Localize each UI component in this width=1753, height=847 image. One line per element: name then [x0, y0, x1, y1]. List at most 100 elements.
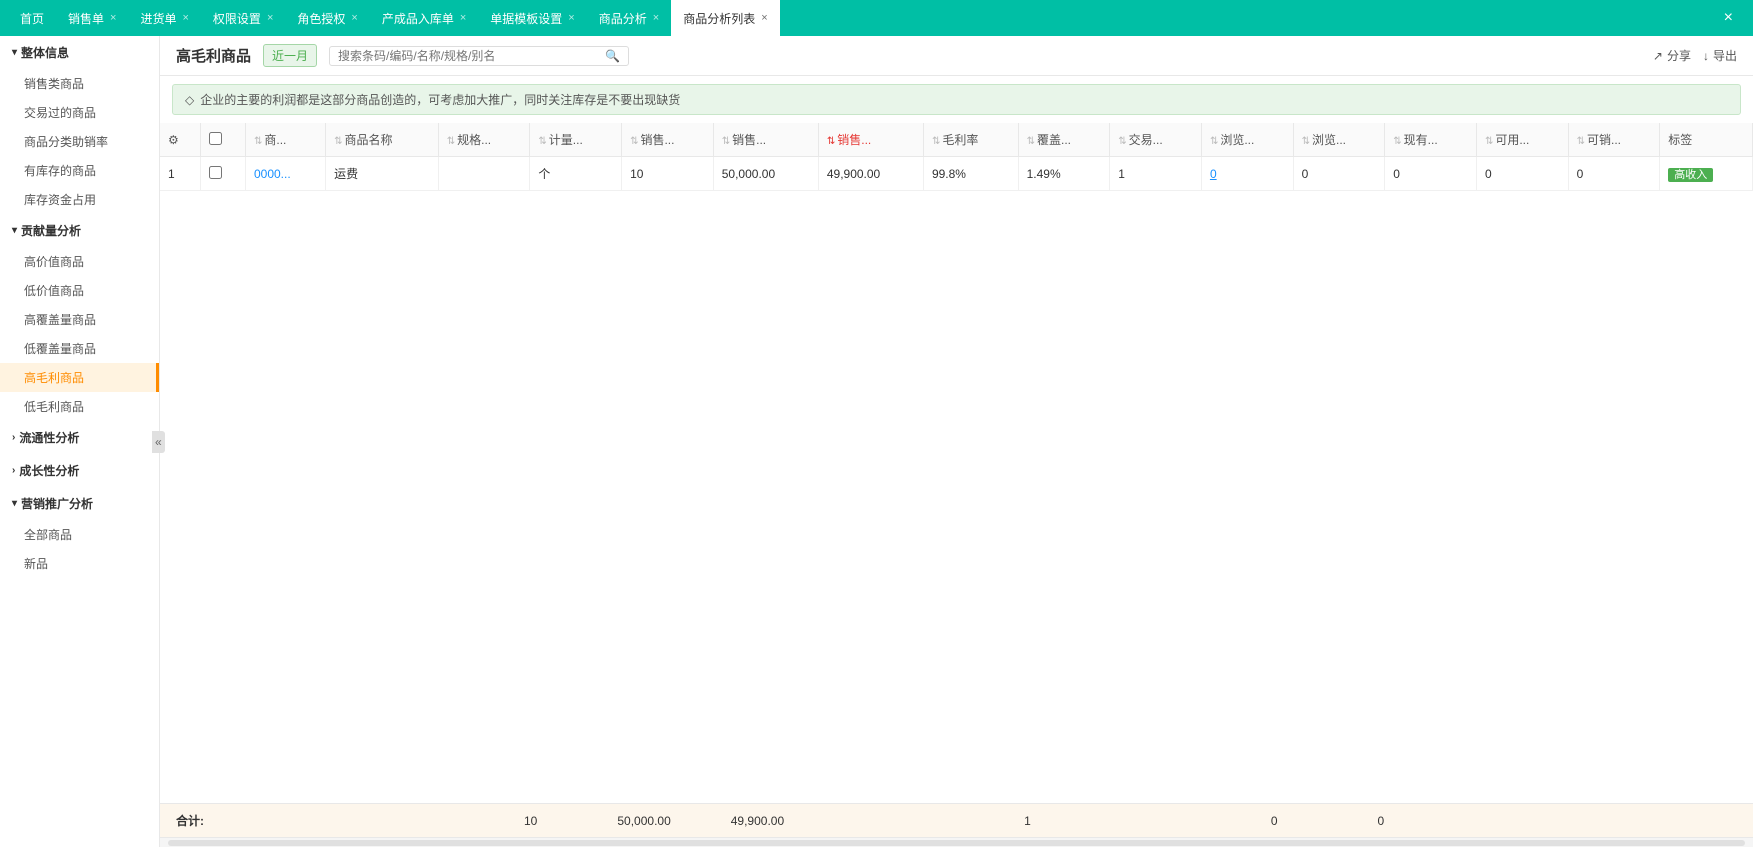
- sidebar-section-contribution[interactable]: ▾ 贡献量分析: [0, 214, 159, 247]
- close-role-auth[interactable]: ×: [351, 12, 357, 24]
- table-row: 1 0000... 运费 个 10 50,000.00 49,900.00 99…: [160, 157, 1753, 191]
- nav-permission-settings[interactable]: 权限设置 ×: [201, 0, 285, 36]
- top-nav: 首页 销售单 × 进货单 × 权限设置 × 角色授权 × 产成品入库单 × 单据…: [0, 0, 1753, 36]
- content-header: 高毛利商品 近一月 🔍 ↗ 分享 ↓ 导出: [160, 36, 1753, 76]
- content-area: 高毛利商品 近一月 🔍 ↗ 分享 ↓ 导出: [160, 36, 1753, 847]
- sidebar-collapse-btn[interactable]: «: [152, 431, 165, 453]
- search-box: 🔍: [329, 46, 629, 66]
- select-all-checkbox[interactable]: [209, 132, 222, 145]
- close-permission-settings[interactable]: ×: [267, 12, 273, 24]
- settings-icon[interactable]: ⚙: [168, 133, 179, 147]
- cell-unit: 个: [530, 157, 622, 191]
- col-spec[interactable]: ⇅规格...: [438, 123, 530, 157]
- share-icon: ↗: [1653, 49, 1663, 63]
- table-wrapper: ⚙ ⇅商... ⇅商品名称 ⇅规格... ⇅计量... ⇅销售... ⇅销售..…: [160, 123, 1753, 803]
- info-banner: ◇ 企业的主要的利润都是这部分商品创造的，可考虑加大推广，同时关注库存是不要出现…: [172, 84, 1741, 115]
- period-button[interactable]: 近一月: [263, 44, 317, 67]
- sidebar-item-sales-products[interactable]: 销售类商品: [0, 69, 159, 98]
- close-product-inbound[interactable]: ×: [460, 12, 466, 24]
- sidebar-item-high-margin[interactable]: 高毛利商品: [0, 363, 159, 392]
- cell-transaction: 1: [1110, 157, 1202, 191]
- sidebar-section-overall[interactable]: ▾ 整体信息: [0, 36, 159, 69]
- sidebar-section-liquidity[interactable]: › 流通性分析: [0, 421, 159, 454]
- cell-checkbox: [201, 157, 246, 191]
- sidebar-item-high-coverage[interactable]: 高覆盖量商品: [0, 305, 159, 334]
- cell-sales3: 49,900.00: [818, 157, 923, 191]
- footer-sales2: 50,000.00: [617, 814, 670, 828]
- col-transaction[interactable]: ⇅交易...: [1110, 123, 1202, 157]
- sidebar-section-growth[interactable]: › 成长性分析: [0, 454, 159, 487]
- sidebar-section-marketing[interactable]: ▾ 营销推广分析: [0, 487, 159, 520]
- footer-sales1: 10: [524, 814, 537, 828]
- nav-purchase-order[interactable]: 进货单 ×: [128, 0, 200, 36]
- row-checkbox[interactable]: [209, 166, 222, 179]
- sidebar-item-low-coverage[interactable]: 低覆盖量商品: [0, 334, 159, 363]
- col-code[interactable]: ⇅商...: [245, 123, 325, 157]
- col-sales2[interactable]: ⇅销售...: [713, 123, 818, 157]
- footer-current: 0: [1271, 814, 1278, 828]
- sidebar-item-in-stock-products[interactable]: 有库存的商品: [0, 156, 159, 185]
- header-actions: ↗ 分享 ↓ 导出: [1653, 47, 1737, 64]
- col-seq: ⚙: [160, 123, 201, 157]
- cell-tag: 高收入: [1660, 157, 1753, 191]
- sidebar-item-stock-capital[interactable]: 库存资金占用: [0, 185, 159, 214]
- sidebar: ▾ 整体信息 销售类商品 交易过的商品 商品分类助销率 有库存的商品 库存资金占…: [0, 36, 160, 847]
- cell-seq: 1: [160, 157, 201, 191]
- export-button[interactable]: ↓ 导出: [1703, 47, 1737, 64]
- col-name[interactable]: ⇅商品名称: [326, 123, 439, 157]
- share-button[interactable]: ↗ 分享: [1653, 47, 1691, 64]
- col-coverage[interactable]: ⇅覆盖...: [1018, 123, 1110, 157]
- cell-browse1[interactable]: 0: [1201, 157, 1293, 191]
- search-icon[interactable]: 🔍: [605, 49, 620, 63]
- close-product-analysis[interactable]: ×: [653, 12, 659, 24]
- close-sales-order[interactable]: ×: [110, 12, 116, 24]
- col-available[interactable]: ⇅可用...: [1476, 123, 1568, 157]
- cell-gross-rate: 99.8%: [923, 157, 1018, 191]
- cell-coverage: 1.49%: [1018, 157, 1110, 191]
- sidebar-item-low-margin[interactable]: 低毛利商品: [0, 392, 159, 421]
- nav-product-analysis-list[interactable]: 商品分析列表 ×: [671, 0, 779, 36]
- close-purchase-order[interactable]: ×: [182, 12, 188, 24]
- cell-name: 运费: [326, 157, 439, 191]
- col-current[interactable]: ⇅现有...: [1385, 123, 1477, 157]
- sidebar-item-all-products[interactable]: 全部商品: [0, 520, 159, 549]
- cell-code[interactable]: 0000...: [245, 157, 325, 191]
- footer-available: 0: [1378, 814, 1385, 828]
- section-arrow-overall: ▾: [12, 47, 17, 58]
- close-product-analysis-list[interactable]: ×: [761, 12, 767, 24]
- scrollbar-track: [168, 840, 1745, 846]
- nav-sales-order[interactable]: 销售单 ×: [56, 0, 128, 36]
- col-browse1[interactable]: ⇅浏览...: [1201, 123, 1293, 157]
- nav-home[interactable]: 首页: [8, 0, 56, 36]
- col-saleable[interactable]: ⇅可销...: [1568, 123, 1660, 157]
- cell-current: 0: [1385, 157, 1477, 191]
- section-arrow-contribution: ▾: [12, 225, 17, 236]
- section-arrow-growth: ›: [12, 465, 15, 476]
- nav-product-inbound[interactable]: 产成品入库单 ×: [370, 0, 478, 36]
- horizontal-scrollbar[interactable]: [160, 837, 1753, 847]
- footer-bar: 合计: 10 50,000.00 49,900.00 1 0 0: [160, 803, 1753, 837]
- cell-available: 0: [1476, 157, 1568, 191]
- col-browse2[interactable]: ⇅浏览...: [1293, 123, 1385, 157]
- cell-sales2: 50,000.00: [713, 157, 818, 191]
- col-checkbox: [201, 123, 246, 157]
- search-input[interactable]: [338, 49, 605, 63]
- sidebar-item-new-products[interactable]: 新品: [0, 549, 159, 578]
- col-sales3[interactable]: ⇅销售...: [818, 123, 923, 157]
- sidebar-item-high-value[interactable]: 高价值商品: [0, 247, 159, 276]
- close-all-tabs[interactable]: ×: [1712, 9, 1745, 27]
- col-unit[interactable]: ⇅计量...: [530, 123, 622, 157]
- col-sales1[interactable]: ⇅销售...: [622, 123, 714, 157]
- sidebar-item-low-value[interactable]: 低价值商品: [0, 276, 159, 305]
- close-template-settings[interactable]: ×: [568, 12, 574, 24]
- nav-template-settings[interactable]: 单据模板设置 ×: [478, 0, 586, 36]
- sidebar-item-traded-products[interactable]: 交易过的商品: [0, 98, 159, 127]
- sidebar-item-category-sales-rate[interactable]: 商品分类助销率: [0, 127, 159, 156]
- footer-sales3: 49,900.00: [731, 814, 784, 828]
- table-header-row: ⚙ ⇅商... ⇅商品名称 ⇅规格... ⇅计量... ⇅销售... ⇅销售..…: [160, 123, 1753, 157]
- nav-product-analysis[interactable]: 商品分析 ×: [587, 0, 671, 36]
- nav-role-auth[interactable]: 角色授权 ×: [285, 0, 369, 36]
- col-gross-rate[interactable]: ⇅毛利率: [923, 123, 1018, 157]
- export-icon: ↓: [1703, 49, 1709, 63]
- col-tag: 标签: [1660, 123, 1753, 157]
